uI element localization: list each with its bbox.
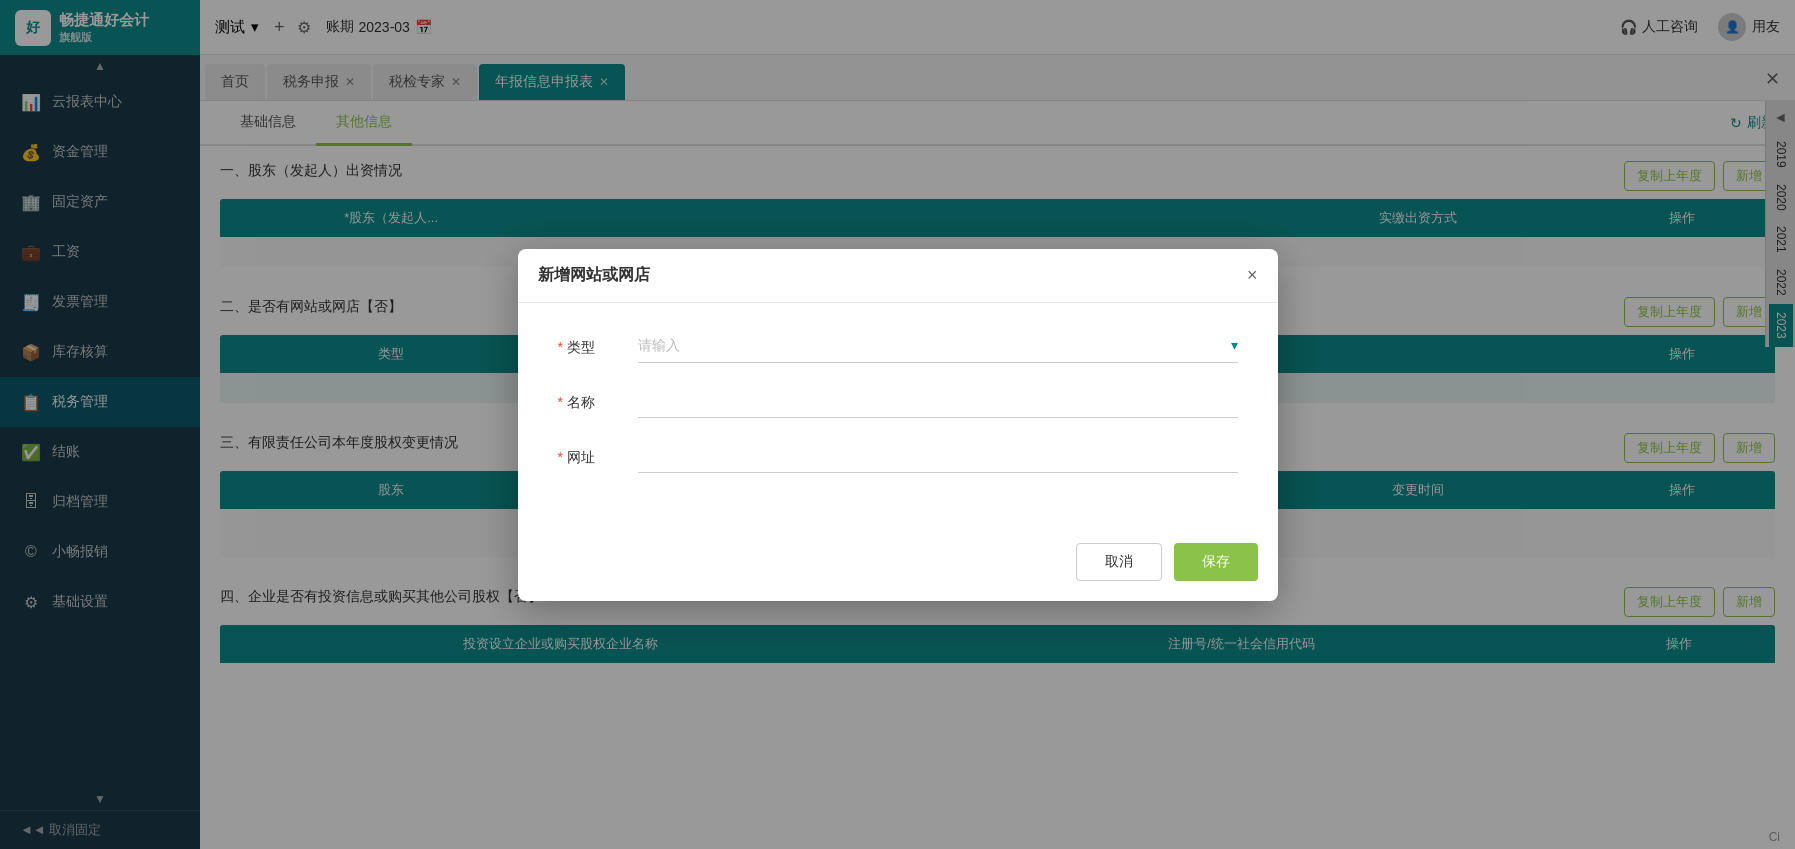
dialog-header: 新增网站或网店 × [518,249,1278,303]
required-star-type: * [558,339,563,355]
form-label-type: * 类型 [558,339,638,357]
save-button[interactable]: 保存 [1174,543,1258,581]
type-dropdown-icon[interactable]: ▾ [1231,337,1238,353]
dialog-title: 新增网站或网店 [538,265,650,286]
required-star-name: * [558,394,563,410]
dialog-body: * 类型 ▾ * 名称 * 网址 [518,303,1278,528]
dialog-close-button[interactable]: × [1247,265,1258,286]
label-type-text: 类型 [567,339,595,355]
form-label-name: * 名称 [558,394,638,412]
url-input-wrapper [638,443,1238,473]
type-input-wrapper: ▾ [638,333,1238,363]
label-name-text: 名称 [567,394,595,410]
form-row-name: * 名称 [558,388,1238,418]
dialog-add-website: 新增网站或网店 × * 类型 ▾ * 名称 [518,249,1278,601]
form-row-type: * 类型 ▾ [558,333,1238,363]
cancel-button[interactable]: 取消 [1076,543,1162,581]
name-input[interactable] [638,388,1238,412]
url-input[interactable] [638,443,1238,467]
required-star-url: * [558,449,563,465]
label-url-text: 网址 [567,449,595,465]
type-input[interactable] [638,333,1238,357]
dialog-footer: 取消 保存 [518,528,1278,601]
form-row-url: * 网址 [558,443,1238,473]
name-input-wrapper [638,388,1238,418]
form-label-url: * 网址 [558,449,638,467]
